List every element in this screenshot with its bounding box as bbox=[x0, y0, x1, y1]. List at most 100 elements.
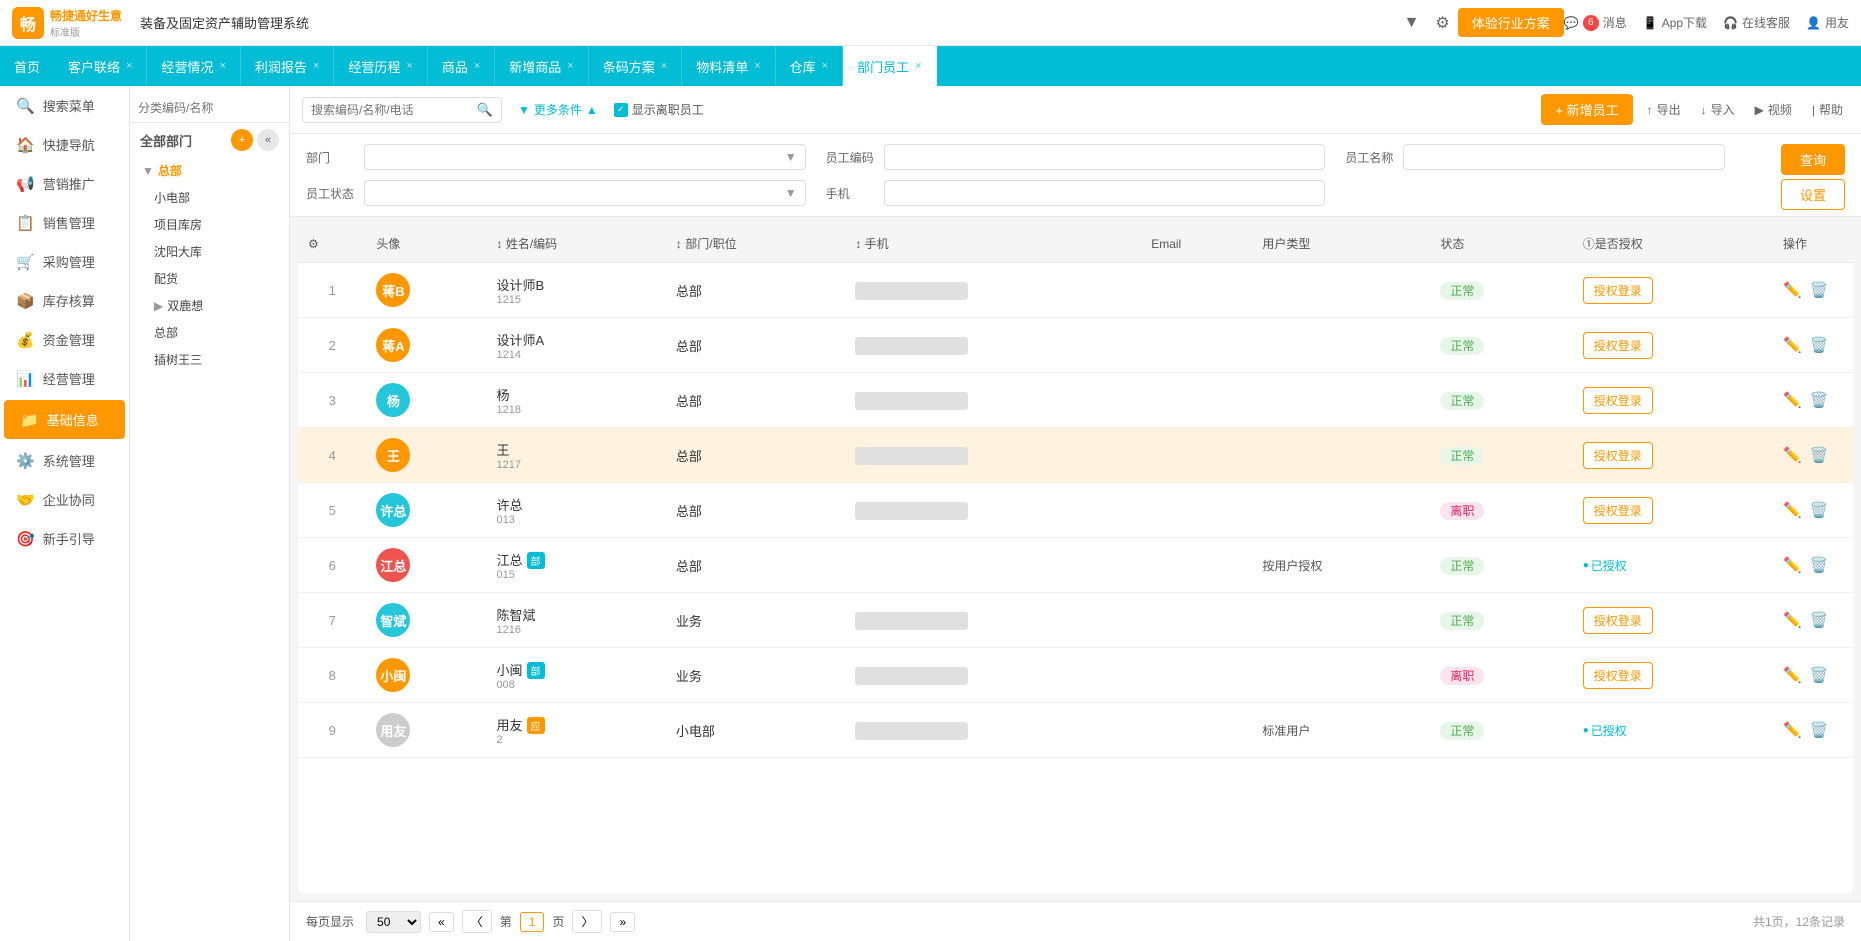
app-download-btn[interactable]: 📱 App下载 bbox=[1643, 14, 1707, 31]
first-page-btn[interactable]: « bbox=[429, 912, 454, 932]
tab-management[interactable]: 经营情况 × bbox=[147, 46, 240, 86]
tab-goods[interactable]: 商品 × bbox=[428, 46, 495, 86]
help-btn[interactable]: | 帮助 bbox=[1806, 97, 1849, 122]
show-resigned-toggle[interactable]: ✓ 显示离职员工 bbox=[614, 101, 704, 118]
delete-btn[interactable]: 🗑️ bbox=[1810, 611, 1829, 629]
auth-btn[interactable]: 授权登录 bbox=[1583, 387, 1653, 414]
auth-btn[interactable]: 授权登录 bbox=[1583, 607, 1653, 634]
edit-btn[interactable]: ✏️ bbox=[1783, 336, 1802, 354]
tab-new-goods[interactable]: 新增商品 × bbox=[495, 46, 588, 86]
query-button[interactable]: 查询 bbox=[1781, 144, 1845, 175]
delete-btn[interactable]: 🗑️ bbox=[1810, 501, 1829, 519]
dept-node-sy[interactable]: 沈阳大库 bbox=[146, 238, 285, 265]
delete-btn[interactable]: 🗑️ bbox=[1810, 336, 1829, 354]
export-btn[interactable]: ↑ 导出 bbox=[1641, 97, 1687, 122]
filter-dept-select[interactable]: ▼ bbox=[364, 144, 806, 170]
tab-barcode[interactable]: 条码方案 × bbox=[589, 46, 682, 86]
sidebar-item-search[interactable]: 🔍 搜索菜单 bbox=[0, 86, 129, 125]
dept-node-zb[interactable]: 总部 bbox=[146, 319, 285, 346]
filter-status-select[interactable]: ▼ bbox=[364, 180, 806, 206]
cell-email bbox=[1141, 263, 1252, 318]
tab-profit[interactable]: 利润报告 × bbox=[241, 46, 334, 86]
tab-bom[interactable]: 物料清单 × bbox=[682, 46, 775, 86]
emp-code: 1218 bbox=[497, 404, 656, 416]
message-btn[interactable]: 💬 6 消息 bbox=[1564, 14, 1627, 31]
col-settings[interactable]: ⚙ bbox=[298, 225, 366, 263]
sidebar-item-finance[interactable]: 💰 资金管理 bbox=[0, 320, 129, 359]
prev-page-btn[interactable]: 〈 bbox=[462, 910, 492, 933]
edit-btn[interactable]: ✏️ bbox=[1783, 556, 1802, 574]
op-btns: ✏️ 🗑️ bbox=[1783, 611, 1843, 629]
tab-warehouse[interactable]: 仓库 × bbox=[776, 46, 843, 86]
add-employee-button[interactable]: + 新增员工 bbox=[1541, 94, 1632, 125]
sidebar-item-basic[interactable]: 📁 基础信息 bbox=[4, 400, 125, 439]
dept-node-head[interactable]: ▼总部 bbox=[134, 157, 285, 184]
delete-btn[interactable]: 🗑️ bbox=[1810, 721, 1829, 739]
col-phone[interactable]: ↕ 手机 bbox=[845, 225, 1141, 263]
search-input[interactable] bbox=[311, 103, 477, 117]
tab-dept-emp[interactable]: 部门员工 × bbox=[843, 46, 936, 86]
edit-btn[interactable]: ✏️ bbox=[1783, 281, 1802, 299]
edit-btn[interactable]: ✏️ bbox=[1783, 501, 1802, 519]
sidebar-item-sales[interactable]: 📋 销售管理 bbox=[0, 203, 129, 242]
sidebar-item-marketing[interactable]: 📢 营销推广 bbox=[0, 164, 129, 203]
delete-btn[interactable]: 🗑️ bbox=[1810, 391, 1829, 409]
user-btn[interactable]: 👤 用友 bbox=[1806, 14, 1849, 31]
more-filter-btn[interactable]: ▼ 更多条件 ▲ bbox=[510, 97, 606, 122]
col-name[interactable]: ↕ 姓名/编码 bbox=[487, 225, 666, 263]
tab-history[interactable]: 经营历程 × bbox=[334, 46, 427, 86]
delete-btn[interactable]: 🗑️ bbox=[1810, 666, 1829, 684]
last-page-btn[interactable]: » bbox=[610, 912, 635, 932]
dept-search-input[interactable] bbox=[138, 101, 293, 115]
dept-collapse-btn[interactable]: « bbox=[257, 129, 279, 151]
dept-node-cs[interactable]: 插树王三 bbox=[146, 346, 285, 373]
edit-btn[interactable]: ✏️ bbox=[1783, 446, 1802, 464]
search-icon: 🔍 bbox=[16, 97, 35, 115]
cell-email bbox=[1141, 373, 1252, 428]
page-label-before: 第 bbox=[500, 913, 512, 930]
search-icon[interactable]: 🔍 bbox=[477, 102, 493, 118]
tab-home[interactable]: 首页 bbox=[0, 46, 54, 86]
sidebar-item-nav[interactable]: 🏠 快捷导航 bbox=[0, 125, 129, 164]
dept-node-xm[interactable]: 项目库房 bbox=[146, 211, 285, 238]
dept-node-xd[interactable]: 小电部 bbox=[146, 184, 285, 211]
view-btn[interactable]: ▶ 视频 bbox=[1749, 97, 1798, 122]
edit-btn[interactable]: ✏️ bbox=[1783, 666, 1802, 684]
edit-btn[interactable]: ✏️ bbox=[1783, 611, 1802, 629]
edit-btn[interactable]: ✏️ bbox=[1783, 391, 1802, 409]
sidebar-item-guide[interactable]: 🎯 新手引导 bbox=[0, 519, 129, 558]
show-resigned-checkbox[interactable]: ✓ bbox=[614, 103, 628, 117]
edit-btn[interactable]: ✏️ bbox=[1783, 721, 1802, 739]
reset-button[interactable]: 设置 bbox=[1781, 179, 1845, 210]
delete-btn[interactable]: 🗑️ bbox=[1810, 446, 1829, 464]
next-page-btn[interactable]: 〉 bbox=[572, 910, 602, 933]
page-size-select[interactable]: 50 100 bbox=[366, 911, 421, 933]
tab-customer[interactable]: 客户联络 × bbox=[54, 46, 147, 86]
filter-phone-input[interactable] bbox=[884, 180, 1326, 206]
sidebar-item-operation[interactable]: 📊 经营管理 bbox=[0, 359, 129, 398]
sidebar-item-purchase[interactable]: 🛒 采购管理 bbox=[0, 242, 129, 281]
online-service-btn[interactable]: 🎧 在线客服 bbox=[1723, 14, 1790, 31]
settings-icon[interactable]: ▼ bbox=[1404, 14, 1420, 32]
delete-btn[interactable]: 🗑️ bbox=[1810, 556, 1829, 574]
trial-button[interactable]: 体验行业方案 bbox=[1458, 8, 1564, 37]
col-dept[interactable]: ↕ 部门/职位 bbox=[666, 225, 845, 263]
auth-btn[interactable]: 授权登录 bbox=[1583, 277, 1653, 304]
auth-btn[interactable]: 授权登录 bbox=[1583, 332, 1653, 359]
filter-empname-input[interactable] bbox=[1403, 144, 1725, 170]
sidebar-item-collab[interactable]: 🤝 企业协同 bbox=[0, 480, 129, 519]
delete-btn[interactable]: 🗑️ bbox=[1810, 281, 1829, 299]
gear-icon[interactable]: ⚙ bbox=[1435, 13, 1449, 33]
auth-btn[interactable]: 授权登录 bbox=[1583, 442, 1653, 469]
auth-btn[interactable]: 授权登录 bbox=[1583, 662, 1653, 689]
import-btn[interactable]: ↓ 导入 bbox=[1695, 97, 1741, 122]
dept-add-btn[interactable]: + bbox=[231, 129, 253, 151]
auth-btn[interactable]: 授权登录 bbox=[1583, 497, 1653, 524]
sidebar-item-system[interactable]: ⚙️ 系统管理 bbox=[0, 441, 129, 480]
auth-granted: 已授权 bbox=[1583, 557, 1763, 574]
dept-node-ph[interactable]: 配货 bbox=[146, 265, 285, 292]
dept-node-sl[interactable]: ▶双鹿想 bbox=[146, 292, 285, 319]
sidebar-item-inventory[interactable]: 📦 库存核算 bbox=[0, 281, 129, 320]
filter-empcode-label: 员工编码 bbox=[826, 149, 876, 166]
filter-empcode-input[interactable] bbox=[884, 144, 1326, 170]
